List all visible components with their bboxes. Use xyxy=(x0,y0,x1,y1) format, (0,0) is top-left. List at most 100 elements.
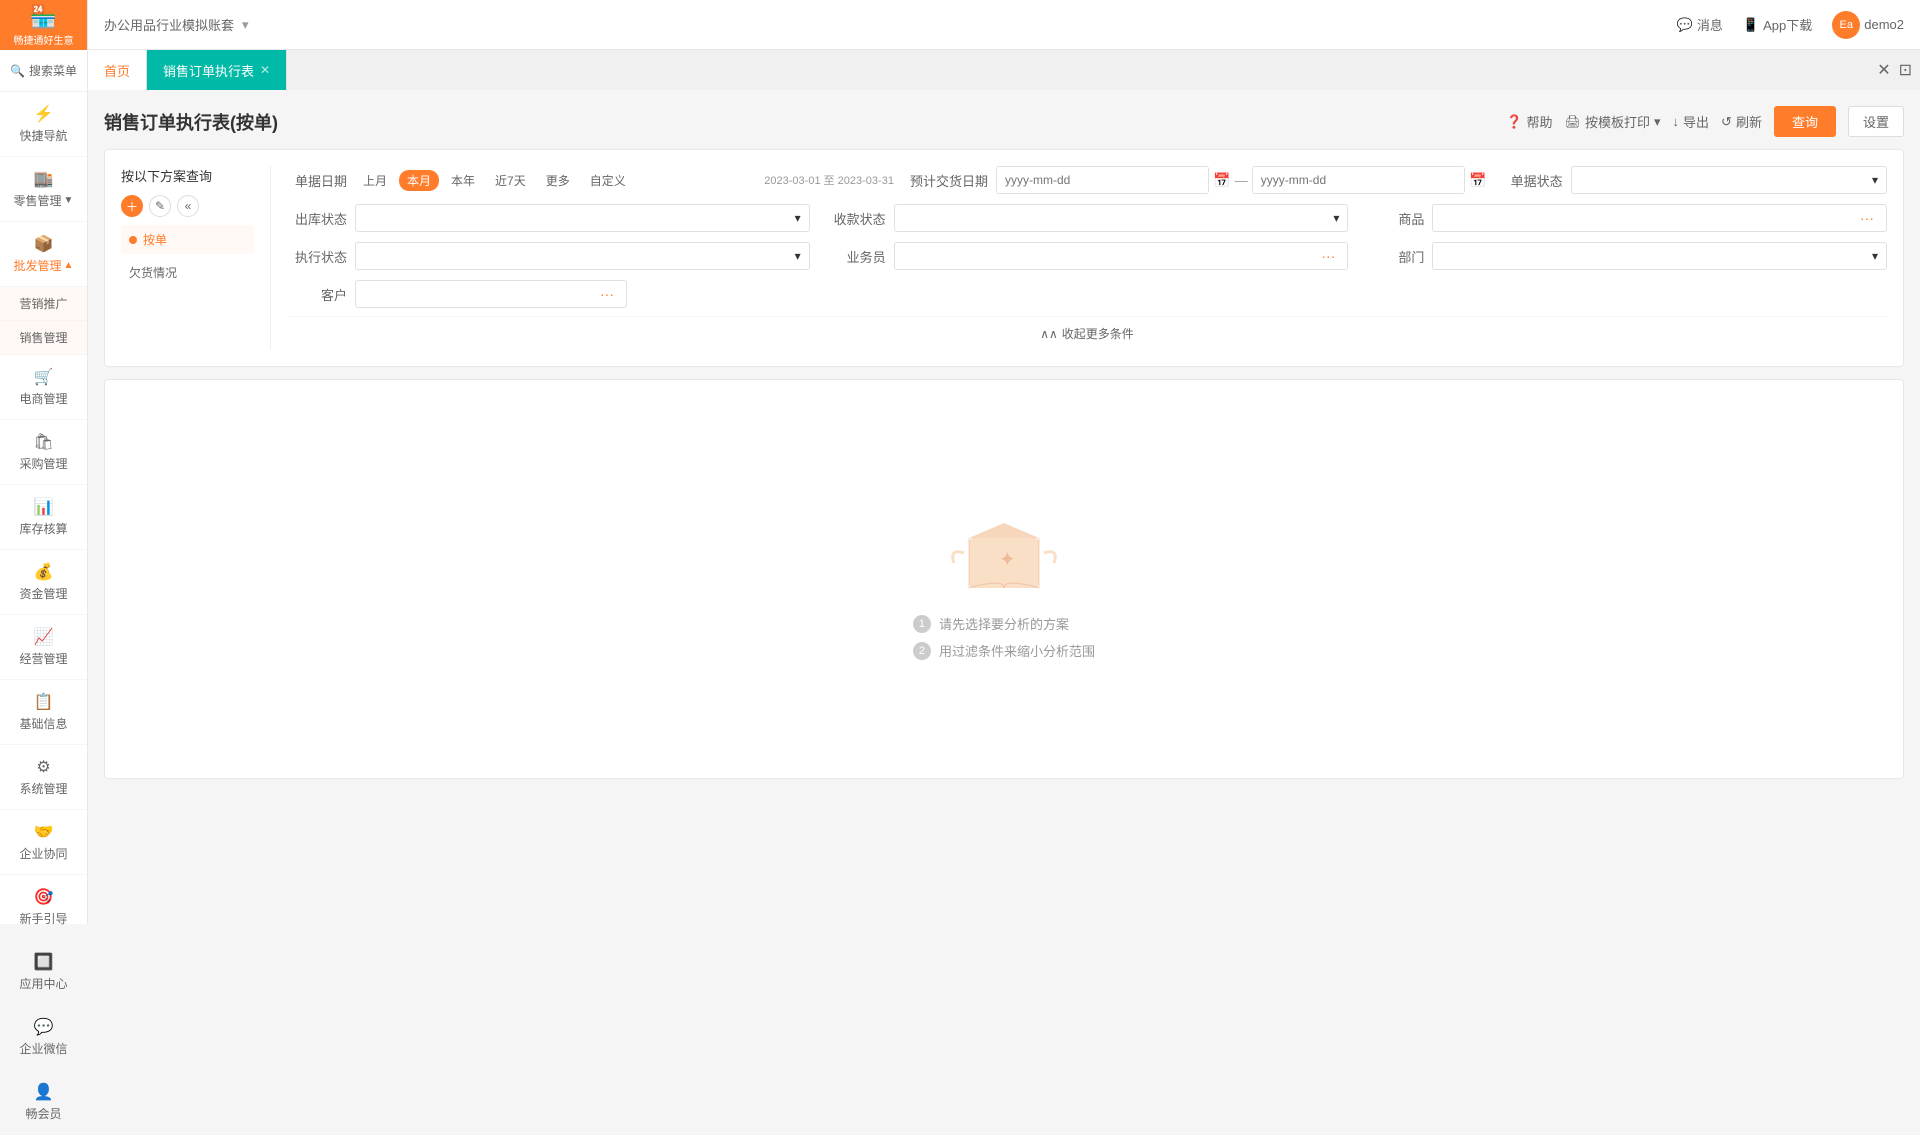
salesperson-more-icon[interactable]: ··· xyxy=(1317,248,1339,264)
sidebar-item-retail[interactable]: 🏬 零售管理 ▼ xyxy=(0,157,87,222)
tip-number-2: 2 xyxy=(913,642,931,660)
filter-field-payment-status: 收款状态 ▾ xyxy=(826,204,1349,232)
product-select[interactable]: ··· xyxy=(1432,204,1887,232)
sidebar-item-quick-nav[interactable]: ⚡ 快捷导航 xyxy=(0,92,87,157)
collapse-scheme-button[interactable]: « xyxy=(177,195,199,217)
filter-fields: 单据日期 上月 本月 本年 近7天 更多 自定义 xyxy=(287,166,1887,350)
filter-field-customer: 客户 ··· xyxy=(287,280,627,308)
wholesale-icon: 📦 xyxy=(34,234,54,254)
payment-dropdown-icon: ▾ xyxy=(1333,211,1339,225)
filter-panel: 按以下方案查询 ＋ ✎ « 按单 欠货情况 xyxy=(104,149,1904,367)
collapse-icon: ∧∧ xyxy=(1040,327,1058,341)
date-tab-custom[interactable]: 自定义 xyxy=(582,170,634,191)
product-more-icon[interactable]: ··· xyxy=(1856,210,1878,226)
date-tab-more[interactable]: 更多 xyxy=(538,170,578,191)
finance-icon: 💰 xyxy=(34,562,54,582)
sidebar-item-appstore[interactable]: 🔲 应用中心 xyxy=(0,940,87,1005)
sidebar-item-system[interactable]: ⚙ 系统管理 xyxy=(0,745,87,810)
edit-scheme-button[interactable]: ✎ xyxy=(149,195,171,217)
scheme-option-欠货情况[interactable]: 欠货情况 xyxy=(121,258,254,287)
help-button[interactable]: ❓ 帮助 xyxy=(1506,112,1552,131)
header-left: 办公用品行业模拟账套 ▾ xyxy=(104,15,249,34)
date-label: 单据日期 xyxy=(287,171,347,190)
logo-icon: 🏪 xyxy=(30,4,57,30)
export-button[interactable]: ↓ 导出 xyxy=(1673,112,1710,131)
department-select[interactable]: ▾ xyxy=(1432,242,1887,270)
settings-button[interactable]: 设置 xyxy=(1848,106,1904,137)
print-button[interactable]: 🖨 按模板打印 ▾ xyxy=(1564,112,1660,131)
sidebar-item-finance[interactable]: 💰 资金管理 xyxy=(0,550,87,615)
filter-panel-inner: 按以下方案查询 ＋ ✎ « 按单 欠货情况 xyxy=(121,166,1887,350)
sales-order-tab-label: 销售订单执行表 xyxy=(163,61,254,80)
sidebar-item-operations[interactable]: 📈 经营管理 xyxy=(0,615,87,680)
sidebar-item-ecommerce[interactable]: 🛒 电商管理 xyxy=(0,355,87,420)
empty-tip-1: 1 请先选择要分析的方案 xyxy=(913,614,1095,633)
filter-rows: 单据日期 上月 本月 本年 近7天 更多 自定义 xyxy=(287,166,1887,308)
quick-nav-icon: ⚡ xyxy=(34,104,54,124)
sidebar-item-wholesale[interactable]: 📦 批发管理 ▲ xyxy=(0,222,87,287)
sidebar-item-sales[interactable]: 销售管理 xyxy=(0,321,87,355)
sidebar-item-basic[interactable]: 📋 基础信息 xyxy=(0,680,87,745)
ecommerce-icon: 🛒 xyxy=(34,367,54,387)
expected-date-end-input[interactable] xyxy=(1252,166,1465,194)
sidebar-item-newbie[interactable]: 🎯 新手引导 xyxy=(0,875,87,940)
customer-more-icon[interactable]: ··· xyxy=(596,286,618,302)
calendar-start-icon[interactable]: 📅 xyxy=(1213,172,1230,189)
expected-date-start-input[interactable] xyxy=(996,166,1209,194)
user-profile[interactable]: Ea demo2 xyxy=(1832,11,1904,39)
empty-svg: ✦ xyxy=(944,498,1064,598)
export-icon: ↓ xyxy=(1673,114,1680,129)
date-tab-this-month[interactable]: 本月 xyxy=(399,170,439,191)
purchase-icon: 🛍 xyxy=(33,432,53,452)
sidebar-search[interactable]: 🔍 搜索菜单 xyxy=(0,50,87,92)
filter-scheme-panel: 按以下方案查询 ＋ ✎ « 按单 欠货情况 xyxy=(121,166,271,350)
exec-dropdown-icon: ▾ xyxy=(795,249,801,263)
refresh-button[interactable]: ↺ 刷新 xyxy=(1721,112,1762,131)
customer-select[interactable]: ··· xyxy=(355,280,627,308)
salesperson-label: 业务员 xyxy=(826,247,886,266)
sidebar: 🏪 畅捷通好生意 🔍 搜索菜单 ⚡ 快捷导航 🏬 零售管理 ▼ 📦 批发管理 ▲… xyxy=(0,0,88,924)
page-actions: ❓ 帮助 🖨 按模板打印 ▾ ↓ 导出 ↺ 刷新 xyxy=(1506,106,1904,137)
add-scheme-button[interactable]: ＋ xyxy=(121,195,143,217)
tab-home[interactable]: 首页 xyxy=(88,50,147,90)
tab-sales-order-exec[interactable]: 销售订单执行表 ✕ xyxy=(147,50,287,90)
sidebar-item-purchase[interactable]: 🛍 采购管理 xyxy=(0,420,87,485)
empty-state: ✦ 1 请先选择要分析的方案 2 用过滤条件来缩小 xyxy=(913,418,1095,740)
tab-maximize-button[interactable]: ⊡ xyxy=(1899,60,1912,80)
sidebar-item-inventory[interactable]: 📊 库存核算 xyxy=(0,485,87,550)
product-label: 商品 xyxy=(1364,209,1424,228)
date-tab-last-month[interactable]: 上月 xyxy=(355,170,395,191)
date-tab-7days[interactable]: 近7天 xyxy=(487,170,534,191)
query-button[interactable]: 查询 xyxy=(1774,106,1836,137)
download-icon: 📱 xyxy=(1743,17,1759,33)
date-tab-this-year[interactable]: 本年 xyxy=(443,170,483,191)
message-button[interactable]: 💬 消息 xyxy=(1677,15,1723,34)
tab-bar: 首页 销售订单执行表 ✕ ✕ ⊡ xyxy=(88,50,1920,90)
scheme-option-按单[interactable]: 按单 xyxy=(121,225,254,254)
wholesale-sub-menu: 营销推广 销售管理 xyxy=(0,287,87,355)
tab-close-button[interactable]: ✕ xyxy=(1877,60,1890,80)
sidebar-item-corp[interactable]: 🤝 企业协同 xyxy=(0,810,87,875)
collapse-button[interactable]: ∧∧ 收起更多条件 xyxy=(1040,325,1134,342)
sidebar-item-wechat[interactable]: 💬 企业微信 xyxy=(0,1005,87,1070)
status-select[interactable]: ▾ xyxy=(1571,166,1887,194)
dropdown-arrow-icon[interactable]: ▾ xyxy=(242,17,249,33)
content-inner: 销售订单执行表(按单) ❓ 帮助 🖨 按模板打印 ▾ ↓ 导出 xyxy=(88,90,1920,795)
delivery-status-select[interactable]: ▾ xyxy=(355,204,810,232)
tab-close-icon[interactable]: ✕ xyxy=(260,63,270,77)
app-download-button[interactable]: 📱 App下载 xyxy=(1743,15,1812,34)
sidebar-item-member[interactable]: 👤 畅会员 xyxy=(0,1070,87,1135)
member-icon: 👤 xyxy=(34,1082,54,1102)
app-name: 畅捷通好生意 xyxy=(14,32,74,47)
filter-row-2: 出库状态 ▾ 收款状态 xyxy=(287,204,1887,232)
sidebar-item-marketing[interactable]: 营销推广 xyxy=(0,287,87,321)
salesperson-select[interactable]: ··· xyxy=(894,242,1349,270)
payment-status-select[interactable]: ▾ xyxy=(894,204,1349,232)
industry-label: 办公用品行业模拟账套 xyxy=(104,15,234,34)
filter-row-4: 客户 ··· xyxy=(287,280,1887,308)
calendar-end-icon[interactable]: 📅 xyxy=(1469,172,1486,189)
filter-field-product: 商品 ··· xyxy=(1364,204,1887,232)
exec-status-select[interactable]: ▾ xyxy=(355,242,810,270)
search-menu-button[interactable]: 🔍 搜索菜单 xyxy=(4,58,83,83)
department-label: 部门 xyxy=(1364,247,1424,266)
